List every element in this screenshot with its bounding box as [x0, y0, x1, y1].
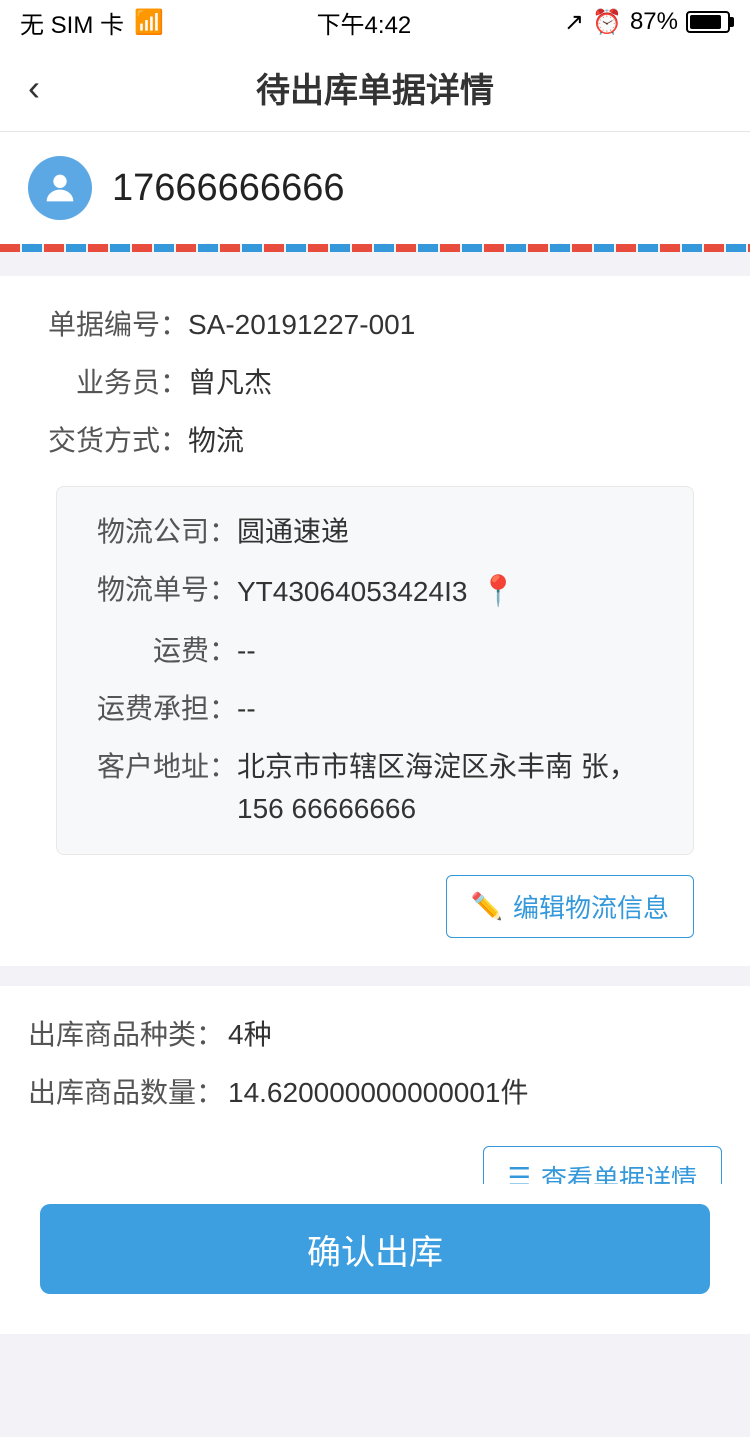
customer-section: 17666666666	[0, 132, 750, 244]
nav-bar: ‹ 待出库单据详情	[0, 44, 750, 132]
goods-types-value: 4种	[228, 1014, 272, 1056]
address-row: 客户地址： 北京市市辖区海淀区永丰南 张，156 66666666	[77, 746, 673, 830]
goods-types-label: 出库商品种类：	[28, 1014, 228, 1056]
logistics-tracking-row: 物流单号： YT43064053424I3 📍	[77, 569, 673, 614]
battery-icon	[686, 11, 730, 33]
document-info-section: 单据编号： SA-20191227-001 业务员： 曾凡杰 交货方式： 物流 …	[0, 276, 750, 966]
goods-quantity-row: 出库商品数量： 14.620000000000001件	[28, 1072, 722, 1114]
document-number-label: 单据编号：	[28, 304, 188, 346]
status-right: ↗ ⏰ 87%	[564, 8, 730, 37]
goods-types-row: 出库商品种类： 4种	[28, 1014, 722, 1056]
freight-label: 运费：	[77, 630, 237, 672]
edit-logistics-button[interactable]: ✏️ 编辑物流信息	[446, 875, 694, 938]
page-title: 待出库单据详情	[256, 63, 494, 112]
avatar	[28, 156, 92, 220]
address-label: 客户地址：	[77, 746, 237, 788]
freight-bear-value: --	[237, 688, 673, 730]
delivery-label: 交货方式：	[28, 420, 188, 462]
delivery-row: 交货方式： 物流	[28, 420, 722, 462]
back-button[interactable]: ‹	[28, 67, 40, 109]
status-bar: 无 SIM 卡 📶 下午4:42 ↗ ⏰ 87%	[0, 0, 750, 44]
logistics-company-row: 物流公司： 圆通速递	[77, 511, 673, 553]
goods-quantity-label: 出库商品数量：	[28, 1072, 228, 1114]
logistics-section: 物流公司： 圆通速递 物流单号： YT43064053424I3 📍 运费： -…	[56, 486, 694, 855]
edit-icon: ✏️	[471, 891, 503, 922]
logistics-tracking-label: 物流单号：	[77, 569, 237, 611]
status-left: 无 SIM 卡 📶	[20, 5, 164, 40]
freight-bear-label: 运费承担：	[77, 688, 237, 730]
map-pin-icon[interactable]: 📍	[479, 569, 516, 614]
logistics-company-label: 物流公司：	[77, 511, 237, 553]
logistics-company-value: 圆通速递	[237, 511, 673, 553]
wifi-icon: 📶	[134, 8, 164, 37]
freight-bear-row: 运费承担： --	[77, 688, 673, 730]
dashed-divider	[0, 244, 750, 252]
customer-phone: 17666666666	[112, 167, 344, 210]
bottom-area: 确认出库	[0, 1184, 750, 1334]
freight-value: --	[237, 630, 673, 672]
user-icon	[40, 168, 80, 208]
staff-value: 曾凡杰	[188, 362, 722, 404]
staff-label: 业务员：	[28, 362, 188, 404]
delivery-value: 物流	[188, 420, 722, 462]
alarm-icon: ⏰	[592, 8, 622, 37]
address-value: 北京市市辖区海淀区永丰南 张，156 66666666	[237, 746, 673, 830]
logistics-tracking-value: YT43064053424I3 📍	[237, 569, 673, 614]
location-status-icon: ↗	[564, 8, 584, 37]
goods-quantity-value: 14.620000000000001件	[228, 1072, 529, 1114]
battery-percent: 87%	[630, 8, 678, 36]
section-divider	[0, 966, 750, 986]
carrier-label: 无 SIM 卡	[20, 5, 124, 40]
document-number-value: SA-20191227-001	[188, 304, 722, 346]
edit-logistics-btn-wrap: ✏️ 编辑物流信息	[28, 855, 722, 938]
confirm-outbound-button[interactable]: 确认出库	[40, 1204, 710, 1294]
status-time: 下午4:42	[317, 5, 412, 40]
staff-row: 业务员： 曾凡杰	[28, 362, 722, 404]
document-number-row: 单据编号： SA-20191227-001	[28, 304, 722, 346]
freight-row: 运费： --	[77, 630, 673, 672]
